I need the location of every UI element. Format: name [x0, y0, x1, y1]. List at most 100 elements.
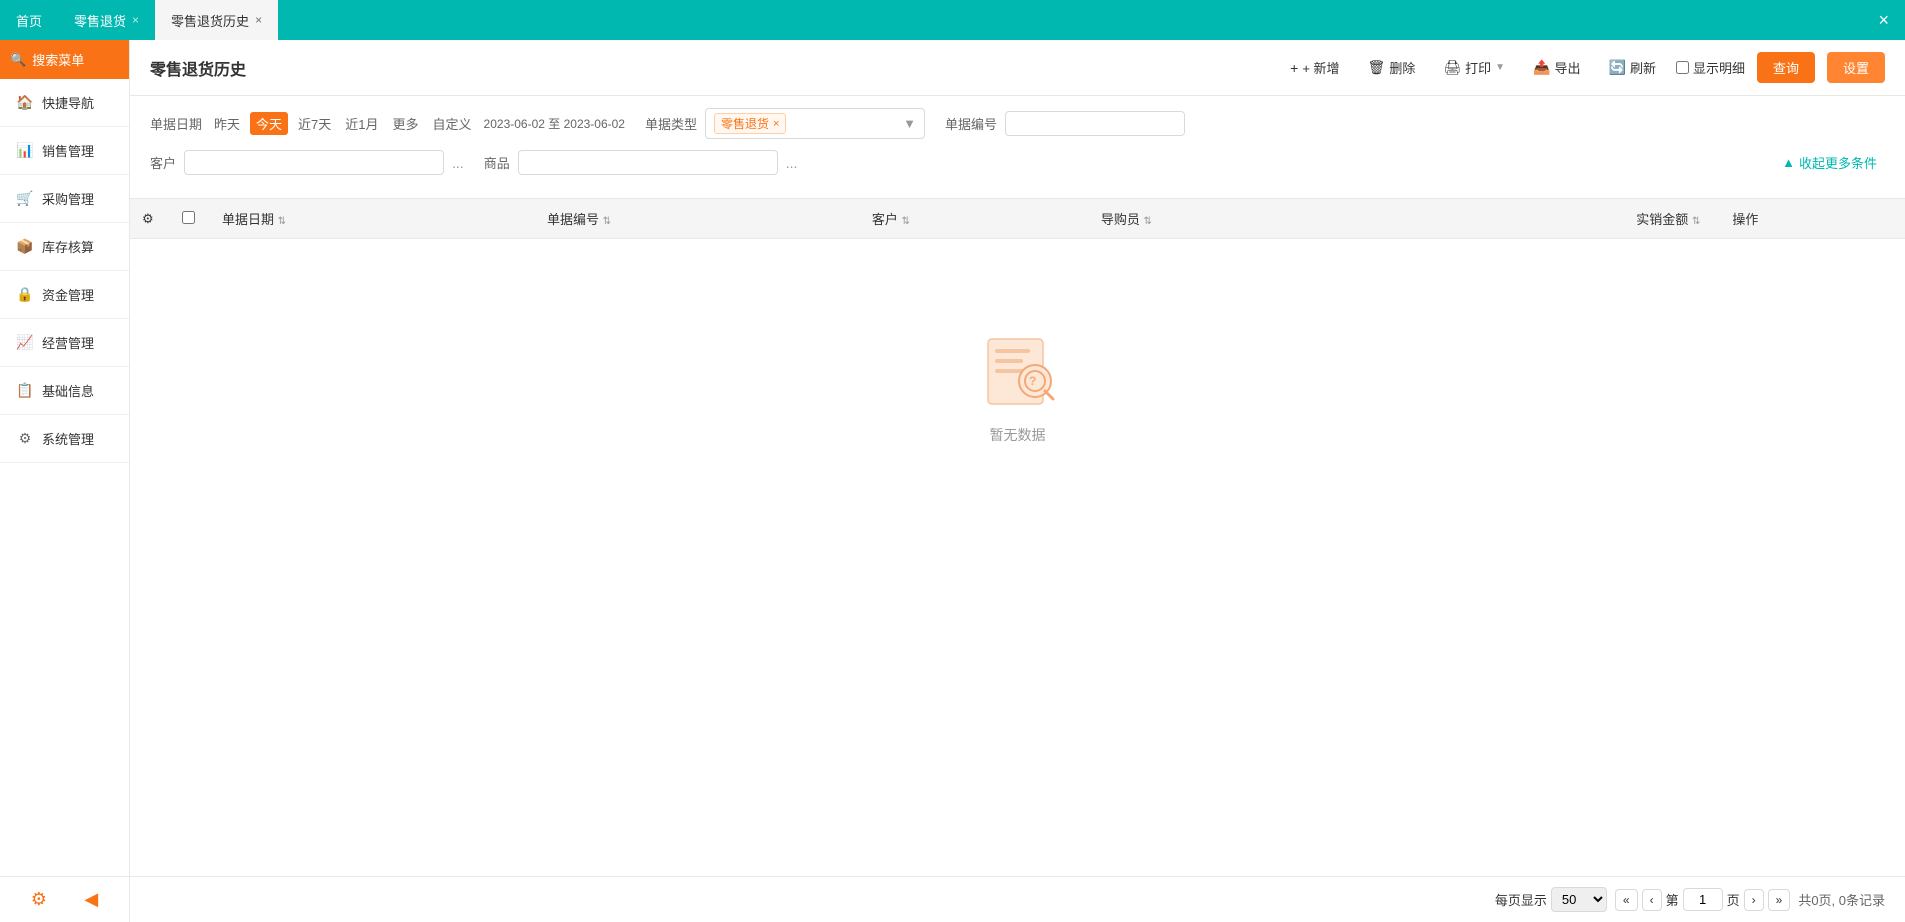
next-page-button[interactable]: ›: [1744, 889, 1764, 911]
show-detail-checkbox[interactable]: [1676, 61, 1689, 74]
goods-filter: 商品 ...: [484, 150, 798, 175]
refresh-button[interactable]: 🔄 刷新: [1601, 54, 1664, 81]
date-range-display: 2023-06-02 至 2023-06-02: [484, 115, 625, 132]
settings-button[interactable]: 设置: [1827, 52, 1885, 83]
date-opt-7days[interactable]: 近7天: [294, 112, 335, 135]
goods-input[interactable]: [518, 150, 778, 175]
sidebar-item-inventory[interactable]: 📦 库存核算: [0, 223, 129, 271]
th-number[interactable]: 单据编号 ⇅: [535, 199, 860, 239]
th-guide[interactable]: 导购员 ⇅: [1089, 199, 1366, 239]
sidebar-item-basic-info[interactable]: 📋 基础信息: [0, 367, 129, 415]
finance-icon: 🔒: [16, 286, 34, 304]
sidebar-item-sales[interactable]: 📊 销售管理: [0, 127, 129, 175]
top-bar: 首页 零售退货 × 零售退货历史 × ×: [0, 0, 1905, 40]
empty-state-cell: ? 暂无数据: [130, 239, 1905, 526]
tab-list: 首页 零售退货 × 零售退货历史 ×: [0, 0, 1862, 40]
sales-icon: 📊: [16, 142, 34, 160]
sidebar-item-system[interactable]: ⚙ 系统管理: [0, 415, 129, 463]
print-icon: 🖨: [1443, 59, 1461, 76]
inventory-icon: 📦: [16, 238, 34, 256]
quicknav-icon: 🏠: [16, 94, 34, 112]
empty-state-row: ? 暂无数据: [130, 239, 1905, 526]
number-input[interactable]: [1005, 111, 1185, 136]
date-sort-icon: ⇅: [278, 216, 286, 227]
per-page-select: 每页显示 10 20 50 100: [1495, 887, 1607, 912]
type-select[interactable]: 零售退货 × ▼: [705, 108, 925, 139]
tab-home[interactable]: 首页: [0, 0, 58, 40]
page-title: 零售退货历史: [150, 56, 246, 80]
sidebar-item-purchase[interactable]: 🛒 采购管理: [0, 175, 129, 223]
guide-sort-icon: ⇅: [1144, 216, 1152, 227]
settings-icon[interactable]: ⚙: [142, 211, 154, 226]
header-actions: + + 新增 🗑 删除 🖨 打印 ▼ 📤 导出 🔄: [1282, 52, 1885, 83]
system-icon: ⚙: [16, 430, 34, 448]
page-number-input[interactable]: [1683, 888, 1723, 911]
export-button[interactable]: 📤 导出: [1525, 54, 1588, 81]
pagination-bar: 每页显示 10 20 50 100 « ‹ 第 页 › » 共0页, 0条记录: [130, 876, 1905, 922]
customer-filter: 客户 ...: [150, 150, 464, 175]
content-area: 零售退货历史 + + 新增 🗑 删除 🖨 打印 ▼ 📤 导出: [130, 40, 1905, 922]
date-opt-custom[interactable]: 自定义: [429, 112, 476, 135]
per-page-dropdown[interactable]: 10 20 50 100: [1551, 887, 1607, 912]
query-button[interactable]: 查询: [1757, 52, 1815, 83]
date-filter: 单据日期 昨天 今天 近7天 近1月 更多 自定义 2023-06-02 至 2…: [150, 112, 625, 135]
tab-close-retail-return[interactable]: ×: [132, 13, 139, 27]
date-options: 昨天 今天 近7天 近1月 更多 自定义: [210, 112, 476, 135]
type-label: 单据类型: [645, 114, 697, 133]
date-opt-1month[interactable]: 近1月: [341, 112, 382, 135]
customer-input[interactable]: [184, 150, 444, 175]
type-filter: 单据类型 零售退货 × ▼: [645, 108, 925, 139]
tab-retail-return[interactable]: 零售退货 ×: [58, 0, 155, 40]
date-opt-yesterday[interactable]: 昨天: [210, 112, 244, 135]
sidebar-item-finance[interactable]: 🔒 资金管理: [0, 271, 129, 319]
th-amount[interactable]: 实销金额 ⇅: [1366, 199, 1720, 239]
main-layout: 🔍 搜索菜单 🏠 快捷导航 📊 销售管理 🛒 采购管理 📦 库存核算 🔒: [0, 40, 1905, 922]
data-table: ⚙ 单据日期 ⇅ 单据编号 ⇅: [130, 199, 1905, 525]
goods-ellipsis[interactable]: ...: [786, 155, 798, 171]
export-icon: 📤: [1533, 59, 1550, 76]
filter-row-2: 客户 ... 商品 ... ▲ 收起更多条件: [150, 149, 1885, 176]
empty-state: ? 暂无数据: [130, 239, 1905, 525]
new-button[interactable]: + + 新增: [1282, 54, 1347, 81]
collapse-button[interactable]: ▲ 收起更多条件: [1774, 149, 1885, 176]
delete-icon: 🗑: [1368, 59, 1386, 76]
refresh-icon: 🔄: [1609, 59, 1626, 76]
sidebar-collapse-icon[interactable]: ◀: [84, 889, 98, 910]
filter-area: 单据日期 昨天 今天 近7天 近1月 更多 自定义 2023-06-02 至 2…: [130, 96, 1905, 199]
last-page-button[interactable]: »: [1768, 889, 1791, 911]
delete-button[interactable]: 🗑 删除: [1360, 54, 1424, 81]
show-detail-checkbox-group: 显示明细: [1676, 58, 1745, 77]
sidebar: 🔍 搜索菜单 🏠 快捷导航 📊 销售管理 🛒 采购管理 📦 库存核算 🔒: [0, 40, 130, 922]
print-button[interactable]: 🖨 打印 ▼: [1435, 54, 1513, 81]
th-customer[interactable]: 客户 ⇅: [860, 199, 1089, 239]
sidebar-item-operations[interactable]: 📈 经营管理: [0, 319, 129, 367]
select-all-checkbox[interactable]: [182, 211, 195, 224]
collapse-icon: ▲: [1782, 155, 1795, 170]
purchase-icon: 🛒: [16, 190, 34, 208]
table-body: ? 暂无数据: [130, 239, 1905, 526]
page-summary: 共0页, 0条记录: [1798, 890, 1885, 909]
empty-text: 暂无数据: [990, 425, 1046, 445]
tab-retail-return-history[interactable]: 零售退货历史 ×: [155, 0, 278, 40]
window-close-button[interactable]: ×: [1862, 10, 1905, 31]
date-opt-more[interactable]: 更多: [389, 112, 423, 135]
prev-page-button[interactable]: ‹: [1642, 889, 1662, 911]
th-date[interactable]: 单据日期 ⇅: [210, 199, 535, 239]
sidebar-item-quicknav[interactable]: 🏠 快捷导航: [0, 79, 129, 127]
sidebar-settings-icon[interactable]: ⚙: [31, 889, 47, 910]
tab-close-history[interactable]: ×: [255, 13, 262, 27]
customer-label: 客户: [150, 153, 176, 172]
amount-sort-icon: ⇅: [1692, 216, 1700, 227]
empty-icon: ?: [973, 319, 1063, 409]
basic-info-icon: 📋: [16, 382, 34, 400]
type-tag: 零售退货 ×: [714, 113, 786, 134]
goods-label: 商品: [484, 153, 510, 172]
sidebar-search[interactable]: 🔍 搜索菜单: [0, 40, 129, 79]
customer-ellipsis[interactable]: ...: [452, 155, 464, 171]
plus-icon: +: [1290, 60, 1298, 76]
first-page-button[interactable]: «: [1615, 889, 1638, 911]
date-opt-today[interactable]: 今天: [250, 112, 288, 135]
type-tag-close[interactable]: ×: [773, 118, 779, 130]
sidebar-bottom: ⚙ ◀: [0, 876, 129, 922]
page-nav: « ‹ 第 页 › »: [1615, 888, 1790, 911]
